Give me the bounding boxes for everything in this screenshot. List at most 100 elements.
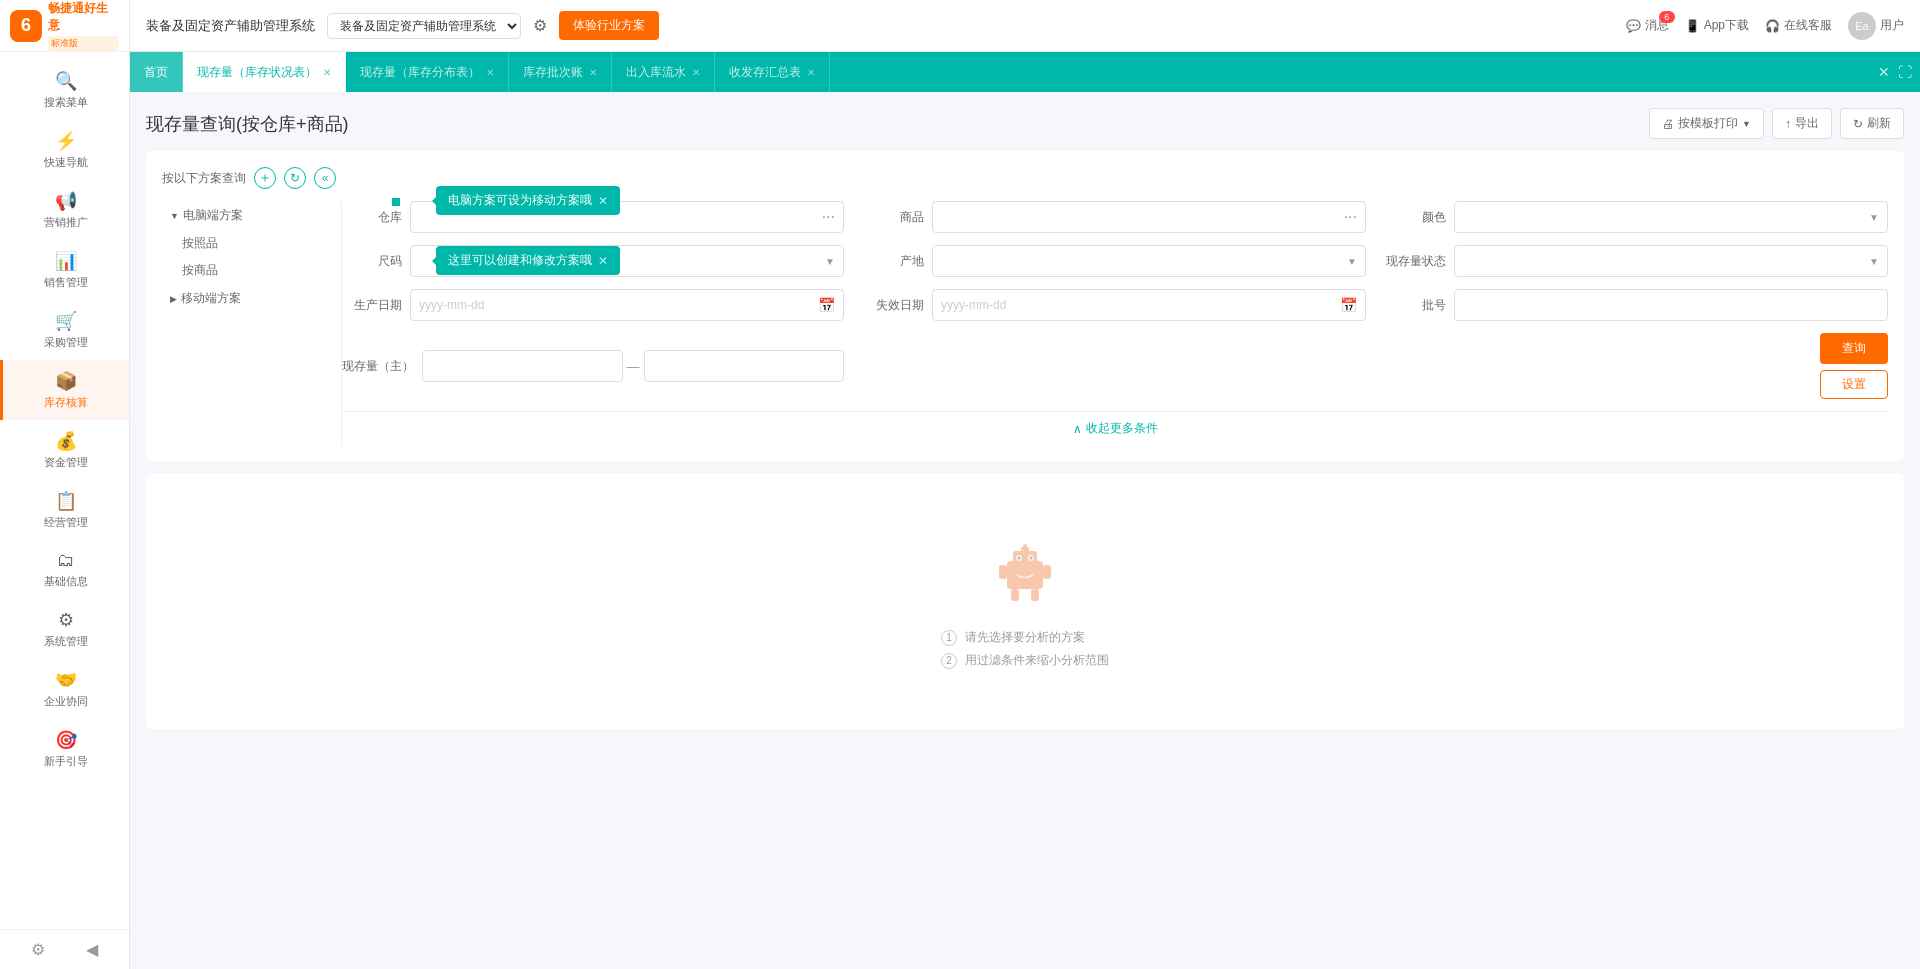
filter-refresh-button[interactable]: ↻ — [284, 167, 306, 189]
tooltip-pc-text: 电脑方案可设为移动方案哦 — [448, 192, 592, 209]
sidebar-item-system[interactable]: ⚙ 系统管理 — [0, 599, 129, 659]
filter-color-row: 颜色 ▼ — [1386, 201, 1888, 233]
tab-inventory-status[interactable]: 现存量（库存状况表） ✕ — [183, 52, 346, 92]
range-separator: — — [627, 359, 640, 374]
solution-button[interactable]: 体验行业方案 — [559, 11, 659, 40]
tab-close-inventory-status[interactable]: ✕ — [323, 67, 331, 78]
sidebar-item-purchase[interactable]: 🛒 采购管理 — [0, 300, 129, 360]
produce-date-input[interactable]: yyyy-mm-dd 📅 — [410, 289, 844, 321]
template-print-button[interactable]: 🖨 按模板打印 ▼ — [1649, 108, 1764, 139]
sidebar-item-sales[interactable]: 📊 销售管理 — [0, 240, 129, 300]
mobile-scheme-expand-icon: ▶ — [170, 294, 177, 304]
expire-date-label: 失效日期 — [864, 297, 924, 314]
app-download-button[interactable]: 📱 App下载 — [1685, 17, 1749, 34]
sidebar-item-search[interactable]: 🔍 搜索菜单 — [0, 60, 129, 120]
sales-icon: 📊 — [55, 250, 77, 272]
warehouse-label: 仓库 — [342, 209, 402, 226]
stock-main-min-input[interactable] — [422, 350, 623, 382]
tab-home[interactable]: 首页 — [130, 52, 183, 92]
online-support-button[interactable]: 🎧 在线客服 — [1765, 17, 1832, 34]
sidebar-item-basic[interactable]: 🗂 基础信息 — [0, 540, 129, 599]
produce-calendar-icon[interactable]: 📅 — [818, 297, 835, 313]
svg-rect-10 — [1011, 589, 1019, 601]
size-label: 尺码 — [342, 253, 402, 270]
tab-close-batch[interactable]: ✕ — [589, 67, 597, 78]
tab-bar-right: ✕ ⛶ — [1878, 64, 1920, 80]
pc-scheme-title[interactable]: ▼ 电脑端方案 — [162, 201, 329, 230]
notification-badge: 6 — [1659, 11, 1675, 23]
produce-date-label: 生产日期 — [342, 297, 402, 314]
sidebar-item-enterprise[interactable]: 🤝 企业协同 — [0, 659, 129, 719]
tooltip-pc-scheme: 电脑方案可设为移动方案哦 ✕ — [436, 186, 620, 215]
sidebar-item-guide[interactable]: 🎯 新手引导 — [0, 719, 129, 779]
pc-scheme-expand-icon: ▼ — [170, 211, 179, 221]
filter-scheme-panel: ▼ 电脑端方案 按照品 按商品 ▶ 移动端方案 — [162, 201, 342, 445]
color-dropdown-icon: ▼ — [1869, 212, 1879, 223]
color-select[interactable]: ▼ — [1454, 201, 1888, 233]
reset-button[interactable]: 设置 — [1820, 370, 1888, 399]
tab-flow[interactable]: 出入库流水 ✕ — [612, 52, 715, 92]
tab-batch[interactable]: 库存批次账 ✕ — [509, 52, 612, 92]
tab-inventory-dist[interactable]: 现存量（库存分布表） ✕ — [346, 52, 509, 92]
collapse-button[interactable]: ∧ 收起更多条件 — [342, 411, 1888, 445]
tooltip-create-close[interactable]: ✕ — [598, 254, 608, 268]
filter-empty-cell — [864, 333, 1366, 399]
sidebar-item-inventory[interactable]: 📦 库存核算 — [0, 360, 129, 420]
phone-icon: 📱 — [1685, 19, 1700, 33]
goods-select[interactable]: ··· — [932, 201, 1366, 233]
dropdown-arrow-icon: ▼ — [1742, 119, 1751, 129]
collapse-sidebar-icon[interactable]: ◀ — [86, 940, 98, 959]
origin-label: 产地 — [864, 253, 924, 270]
guide-icon: 🎯 — [55, 729, 77, 751]
warehouse-dots: ··· — [822, 208, 835, 226]
quicknav-icon: ⚡ — [55, 130, 77, 152]
tab-close-flow[interactable]: ✕ — [692, 67, 700, 78]
mobile-scheme-group: ▶ 移动端方案 — [162, 284, 329, 313]
filter-back-button[interactable]: « — [314, 167, 336, 189]
sidebar-item-operations[interactable]: 📋 经营管理 — [0, 480, 129, 540]
origin-select[interactable]: ▼ — [932, 245, 1366, 277]
settings-icon[interactable]: ⚙ — [31, 940, 45, 959]
app-logo: 6 畅捷通好生意 标准版 — [0, 0, 129, 52]
tab-close-summary[interactable]: ✕ — [807, 67, 815, 78]
filter-header: 按以下方案查询 ＋ ↻ « — [162, 167, 1888, 189]
export-icon: ↑ — [1785, 117, 1791, 131]
stock-status-label: 现存量状态 — [1386, 253, 1446, 270]
sidebar-item-marketing[interactable]: 📢 营销推广 — [0, 180, 129, 240]
system-selector[interactable]: 装备及固定资产辅助管理系统 — [327, 13, 521, 39]
purchase-icon: 🛒 — [55, 310, 77, 332]
expire-calendar-icon[interactable]: 📅 — [1340, 297, 1357, 313]
header-gear-icon[interactable]: ⚙ — [533, 16, 547, 35]
empty-tips: 1 请先选择要分析的方案 2 用过滤条件来缩小分析范围 — [941, 629, 1109, 669]
sidebar-item-finance[interactable]: 💰 资金管理 — [0, 420, 129, 480]
filter-produce-date-row: 生产日期 yyyy-mm-dd 📅 — [342, 289, 844, 321]
export-button[interactable]: ↑ 导出 — [1772, 108, 1832, 139]
expire-date-input[interactable]: yyyy-mm-dd 📅 — [932, 289, 1366, 321]
batch-input[interactable] — [1454, 289, 1888, 321]
main-inner: 现存量查询(按仓库+商品) 🖨 按模板打印 ▼ ↑ 导出 ↻ 刷新 — [130, 92, 1920, 745]
header: 装备及固定资产辅助管理系统 装备及固定资产辅助管理系统 ⚙ 体验行业方案 💬 消… — [130, 0, 1920, 52]
scheme-sub-item-2[interactable]: 按商品 — [162, 257, 329, 284]
tab-summary[interactable]: 收发存汇总表 ✕ — [715, 52, 830, 92]
tooltip-pc-close[interactable]: ✕ — [598, 194, 608, 208]
system-icon: ⚙ — [58, 609, 74, 631]
stock-main-max-input[interactable] — [644, 350, 845, 382]
filter-add-scheme-button[interactable]: ＋ — [254, 167, 276, 189]
user-menu[interactable]: Ea 用户 — [1848, 12, 1904, 40]
empty-tip-1: 1 请先选择要分析的方案 — [941, 629, 1109, 646]
svg-rect-8 — [999, 565, 1007, 579]
tab-close-all-icon[interactable]: ✕ — [1878, 64, 1890, 80]
scheme-sub-item-1[interactable]: 按照品 — [162, 230, 329, 257]
stock-status-select[interactable]: ▼ — [1454, 245, 1888, 277]
search-button[interactable]: 查询 — [1820, 333, 1888, 364]
tab-fullscreen-icon[interactable]: ⛶ — [1898, 64, 1912, 80]
print-icon: 🖨 — [1662, 117, 1674, 131]
notification-button[interactable]: 💬 消息 6 — [1626, 17, 1669, 34]
mobile-scheme-title[interactable]: ▶ 移动端方案 — [162, 284, 329, 313]
sidebar-item-quicknav[interactable]: ⚡ 快速导航 — [0, 120, 129, 180]
tip-num-2: 2 — [941, 653, 957, 669]
goods-dots: ··· — [1344, 208, 1357, 226]
filter-expire-date-row: 失效日期 yyyy-mm-dd 📅 — [864, 289, 1366, 321]
refresh-button[interactable]: ↻ 刷新 — [1840, 108, 1904, 139]
tab-close-inventory-dist[interactable]: ✕ — [486, 67, 494, 78]
